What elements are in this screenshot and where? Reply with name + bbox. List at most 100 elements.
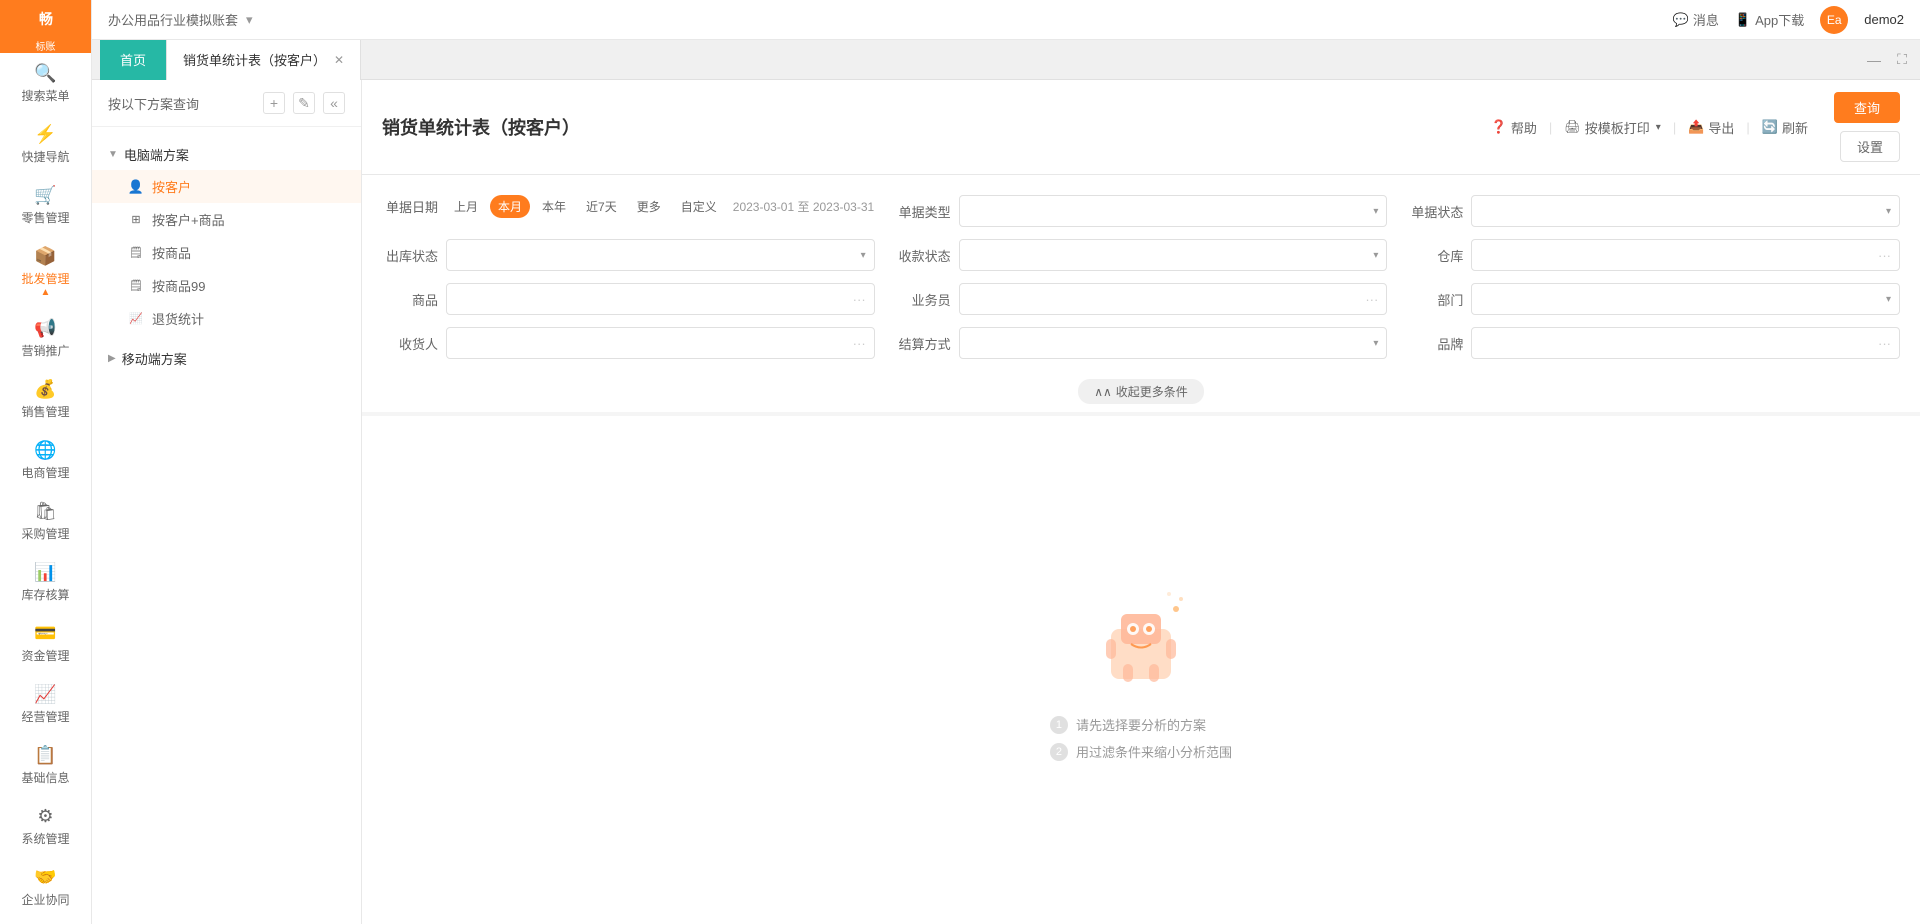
- tab-home[interactable]: 首页: [100, 40, 167, 80]
- sidebar-item-quick-nav[interactable]: ⚡ 快捷导航: [0, 114, 92, 175]
- sidebar-item-retail[interactable]: 🛒 零售管理: [0, 175, 92, 236]
- department-filter: 部门 ▾: [1407, 283, 1900, 315]
- goods-icon: 🗒: [128, 245, 144, 261]
- divider3: |: [1746, 120, 1749, 135]
- date-custom-btn[interactable]: 自定义: [673, 195, 725, 218]
- collapse-up-icon: ∧∧: [1094, 385, 1112, 399]
- message-button[interactable]: 💬 消息: [1673, 10, 1719, 29]
- chevron-right-icon: ▶: [108, 353, 116, 364]
- home-tab-label: 首页: [120, 50, 146, 69]
- search-icon: 🔍: [34, 63, 56, 84]
- tip-num-1: 1: [1050, 716, 1068, 734]
- sidebar-item-basic[interactable]: 📋 基础信息: [0, 735, 92, 796]
- svg-text:畅: 畅: [39, 11, 53, 27]
- warehouse-input[interactable]: ···: [1471, 239, 1900, 271]
- date-7days-btn[interactable]: 近7天: [578, 195, 625, 218]
- sidebar-item-sales[interactable]: 💰 销售管理: [0, 369, 92, 430]
- mobile-group-title[interactable]: ▶ 移动端方案: [92, 343, 361, 374]
- right-content: 销货单统计表（按客户） ❓ 帮助 | 🖨 按模板打印 ▾ | 📤: [362, 80, 1920, 924]
- receipt-status-arrow-icon: ▾: [1373, 250, 1378, 261]
- settlement-arrow-icon: ▾: [1373, 338, 1378, 349]
- brand-input[interactable]: ···: [1471, 327, 1900, 359]
- sidebar-item-corp[interactable]: 🤝 企业协同: [0, 857, 92, 918]
- tree-item-by-customer-goods[interactable]: ⊞ 按客户+商品: [92, 203, 361, 236]
- receiver-dots-icon: ···: [853, 336, 866, 351]
- salesperson-input[interactable]: ···: [959, 283, 1388, 315]
- add-scheme-button[interactable]: +: [263, 92, 285, 114]
- goods-input[interactable]: ···: [446, 283, 875, 315]
- date-more-btn[interactable]: 更多: [629, 195, 669, 218]
- mobile-group-label: 移动端方案: [122, 349, 187, 368]
- salesperson-filter: 业务员 ···: [895, 283, 1388, 315]
- sidebar-item-wholesale[interactable]: 📦 批发管理 ▲: [0, 236, 92, 308]
- collapse-button[interactable]: ∧∧ 收起更多条件: [1078, 379, 1204, 404]
- header-dropdown-icon[interactable]: ▾: [246, 12, 253, 28]
- app-download-button[interactable]: 📱 App下载: [1735, 10, 1804, 29]
- operation-icon: 📈: [34, 684, 56, 705]
- query-action-area: 查询 设置: [1820, 92, 1900, 162]
- department-label: 部门: [1407, 290, 1463, 309]
- query-button[interactable]: 查询: [1834, 92, 1900, 123]
- sidebar-item-marketing[interactable]: 📢 营销推广: [0, 308, 92, 369]
- purchase-icon: 🛍: [34, 501, 57, 522]
- export-button[interactable]: 📤 导出: [1688, 118, 1734, 137]
- department-dropdown[interactable]: ▾: [1471, 283, 1900, 315]
- sidebar-item-operation[interactable]: 📈 经营管理: [0, 674, 92, 735]
- header-right: 💬 消息 📱 App下载 Ea demo2: [1673, 6, 1904, 34]
- divider2: |: [1673, 120, 1676, 135]
- sidebar-item-inventory[interactable]: 📊 库存核算: [0, 552, 92, 613]
- sidebar-item-ecommerce[interactable]: 🌐 电商管理: [0, 430, 92, 491]
- tabs-bar: 首页 销货单统计表（按客户） ✕ — ⛶: [92, 40, 1920, 80]
- sidebar-item-finance[interactable]: 💳 资金管理: [0, 613, 92, 674]
- doc-status-dropdown[interactable]: ▾: [1471, 195, 1900, 227]
- filter-row-2: 出库状态 ▾ 收款状态 ▾ 仓库: [382, 239, 1900, 271]
- left-panel-title: 按以下方案查询: [108, 94, 199, 113]
- date-prev-month-btn[interactable]: 上月: [446, 195, 486, 218]
- tree-item-return-stats[interactable]: 📈 退货统计: [92, 302, 361, 335]
- user-avatar[interactable]: Ea: [1820, 6, 1848, 34]
- date-this-month-btn[interactable]: 本月: [490, 195, 530, 218]
- print-icon: 🖨: [1564, 119, 1581, 135]
- receipt-status-dropdown[interactable]: ▾: [959, 239, 1388, 271]
- sidebar-item-search[interactable]: 🔍 搜索菜单: [0, 53, 92, 114]
- sidebar-item-purchase[interactable]: 🛍 采购管理: [0, 491, 92, 552]
- desktop-group-title[interactable]: ▼ 电脑端方案: [92, 139, 361, 170]
- brand-dots-icon: ···: [1878, 336, 1891, 351]
- receiver-input[interactable]: ···: [446, 327, 875, 359]
- template-print-button[interactable]: 🖨 按模板打印 ▾: [1564, 118, 1661, 137]
- window-maximize-icon[interactable]: ⛶: [1892, 50, 1912, 70]
- date-range-display: 2023-03-01 至 2023-03-31: [733, 198, 874, 215]
- date-this-year-btn[interactable]: 本年: [534, 195, 574, 218]
- desktop-group: ▼ 电脑端方案 👤 按客户 ⊞ 按客户+商品 🗒 按商品: [92, 135, 361, 339]
- tree-item-label: 按商品: [152, 243, 191, 262]
- warehouse-dots-icon: ···: [1878, 248, 1891, 263]
- out-status-dropdown[interactable]: ▾: [446, 239, 875, 271]
- help-button[interactable]: ❓ 帮助: [1491, 118, 1537, 137]
- doc-type-dropdown[interactable]: ▾: [959, 195, 1388, 227]
- settlement-dropdown[interactable]: ▾: [959, 327, 1388, 359]
- system-icon: ⚙: [37, 806, 53, 827]
- chevron-down-icon: ▼: [108, 149, 118, 160]
- page-title: 销货单统计表（按客户）: [382, 114, 580, 140]
- refresh-button[interactable]: 🔄 刷新: [1762, 118, 1808, 137]
- logo-text: 标账: [36, 38, 56, 53]
- user-name[interactable]: demo2: [1864, 12, 1904, 27]
- quick-nav-icon: ⚡: [34, 124, 56, 145]
- sidebar-item-system[interactable]: ⚙ 系统管理: [0, 796, 92, 857]
- tab-sales-stats[interactable]: 销货单统计表（按客户） ✕: [167, 40, 361, 80]
- tree-item-by-goods[interactable]: 🗒 按商品: [92, 236, 361, 269]
- doc-type-label: 单据类型: [895, 202, 951, 221]
- collapse-panel-button[interactable]: «: [323, 92, 345, 114]
- sidebar-item-newbie[interactable]: 🎯 新手引导: [0, 918, 92, 924]
- page-actions: ❓ 帮助 | 🖨 按模板打印 ▾ | 📤 导出 |: [1491, 92, 1900, 162]
- window-minimize-icon[interactable]: —: [1864, 50, 1884, 70]
- logo[interactable]: 畅 标账: [0, 0, 92, 53]
- edit-scheme-button[interactable]: ✎: [293, 92, 315, 114]
- tree-item-by-goods99[interactable]: 🗒 按商品99: [92, 269, 361, 302]
- tree-item-by-customer[interactable]: 👤 按客户: [92, 170, 361, 203]
- basic-icon: 📋: [34, 745, 56, 766]
- message-label: 消息: [1693, 10, 1719, 29]
- help-icon: ❓: [1491, 119, 1507, 135]
- settings-button[interactable]: 设置: [1840, 131, 1900, 162]
- tab-close-icon[interactable]: ✕: [334, 53, 344, 67]
